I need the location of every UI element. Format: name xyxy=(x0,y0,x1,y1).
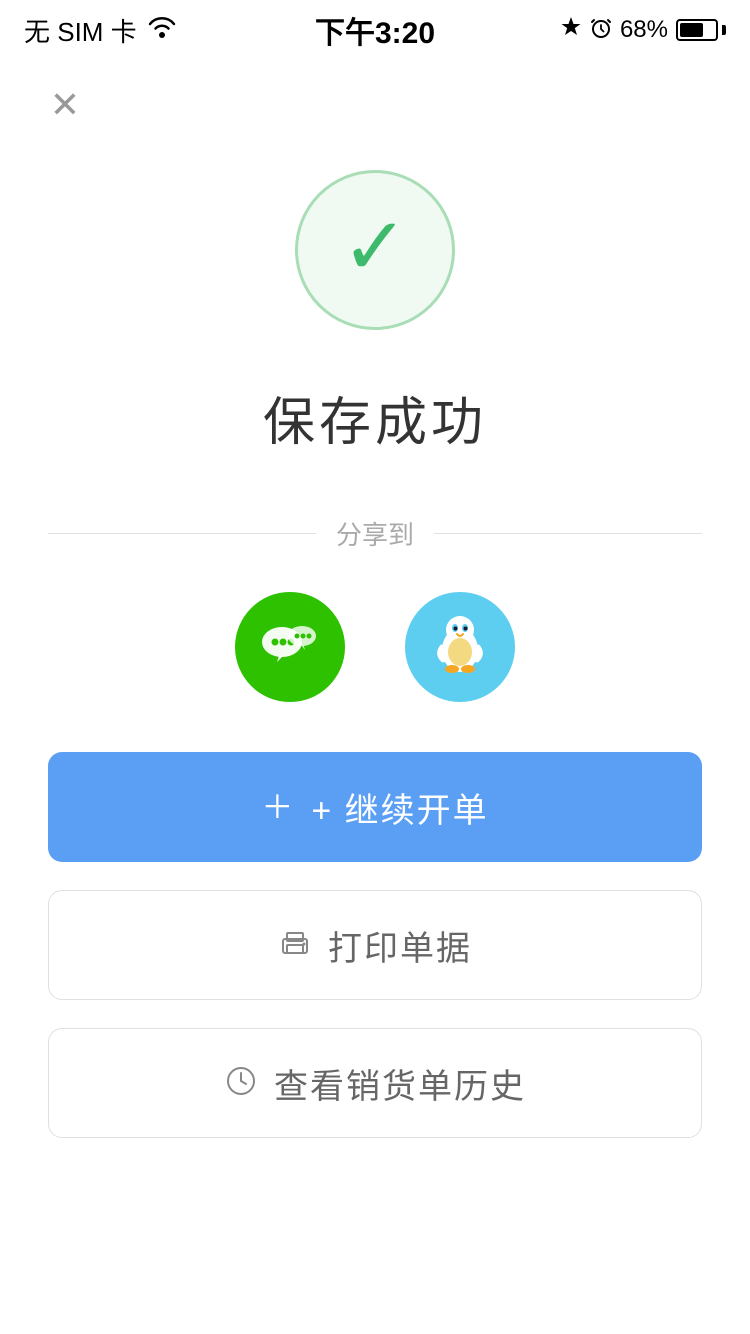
printer-icon xyxy=(278,926,312,965)
status-bar: 无 SIM 卡 下午3:20 68% xyxy=(0,0,750,60)
history-icon xyxy=(224,1064,258,1103)
success-title: 保存成功 xyxy=(263,380,487,455)
battery-icon xyxy=(676,19,726,41)
share-label: 分享到 xyxy=(336,515,414,552)
checkmark-icon: ✓ xyxy=(341,207,408,287)
print-label: 打印单据 xyxy=(328,921,472,970)
share-divider: 分享到 xyxy=(48,515,702,552)
history-label: 查看销货单历史 xyxy=(274,1059,526,1108)
success-circle: ✓ xyxy=(295,170,455,330)
location-icon xyxy=(560,16,582,45)
wechat-icon xyxy=(255,612,325,682)
wifi-icon xyxy=(147,16,177,45)
status-left: 无 SIM 卡 xyxy=(24,12,177,49)
wechat-share-button[interactable] xyxy=(235,592,345,702)
close-button[interactable]: ✕ xyxy=(40,80,90,130)
share-section: 分享到 xyxy=(48,515,702,702)
continue-button[interactable]: ＋ + 继续开单 xyxy=(48,752,702,862)
qq-icon xyxy=(425,612,495,682)
alarm-icon xyxy=(590,16,612,45)
main-content: ✓ 保存成功 分享到 xyxy=(0,150,750,1334)
history-button[interactable]: 查看销货单历史 xyxy=(48,1028,702,1138)
qq-share-button[interactable] xyxy=(405,592,515,702)
no-sim-label: 无 SIM 卡 xyxy=(24,12,137,49)
continue-label: + 继续开单 xyxy=(311,783,488,832)
close-area: ✕ xyxy=(0,60,750,150)
plus-icon: ＋ xyxy=(261,791,295,823)
close-icon: ✕ xyxy=(50,87,80,123)
share-icons-container xyxy=(48,592,702,702)
status-time: 下午3:20 xyxy=(315,8,435,52)
status-right: 68% xyxy=(560,16,726,45)
action-buttons: ＋ + 继续开单 打印单据 查看销货单历史 xyxy=(48,752,702,1138)
divider-right xyxy=(434,533,702,534)
print-button[interactable]: 打印单据 xyxy=(48,890,702,1000)
battery-percentage: 68% xyxy=(620,16,668,44)
divider-left xyxy=(48,533,316,534)
